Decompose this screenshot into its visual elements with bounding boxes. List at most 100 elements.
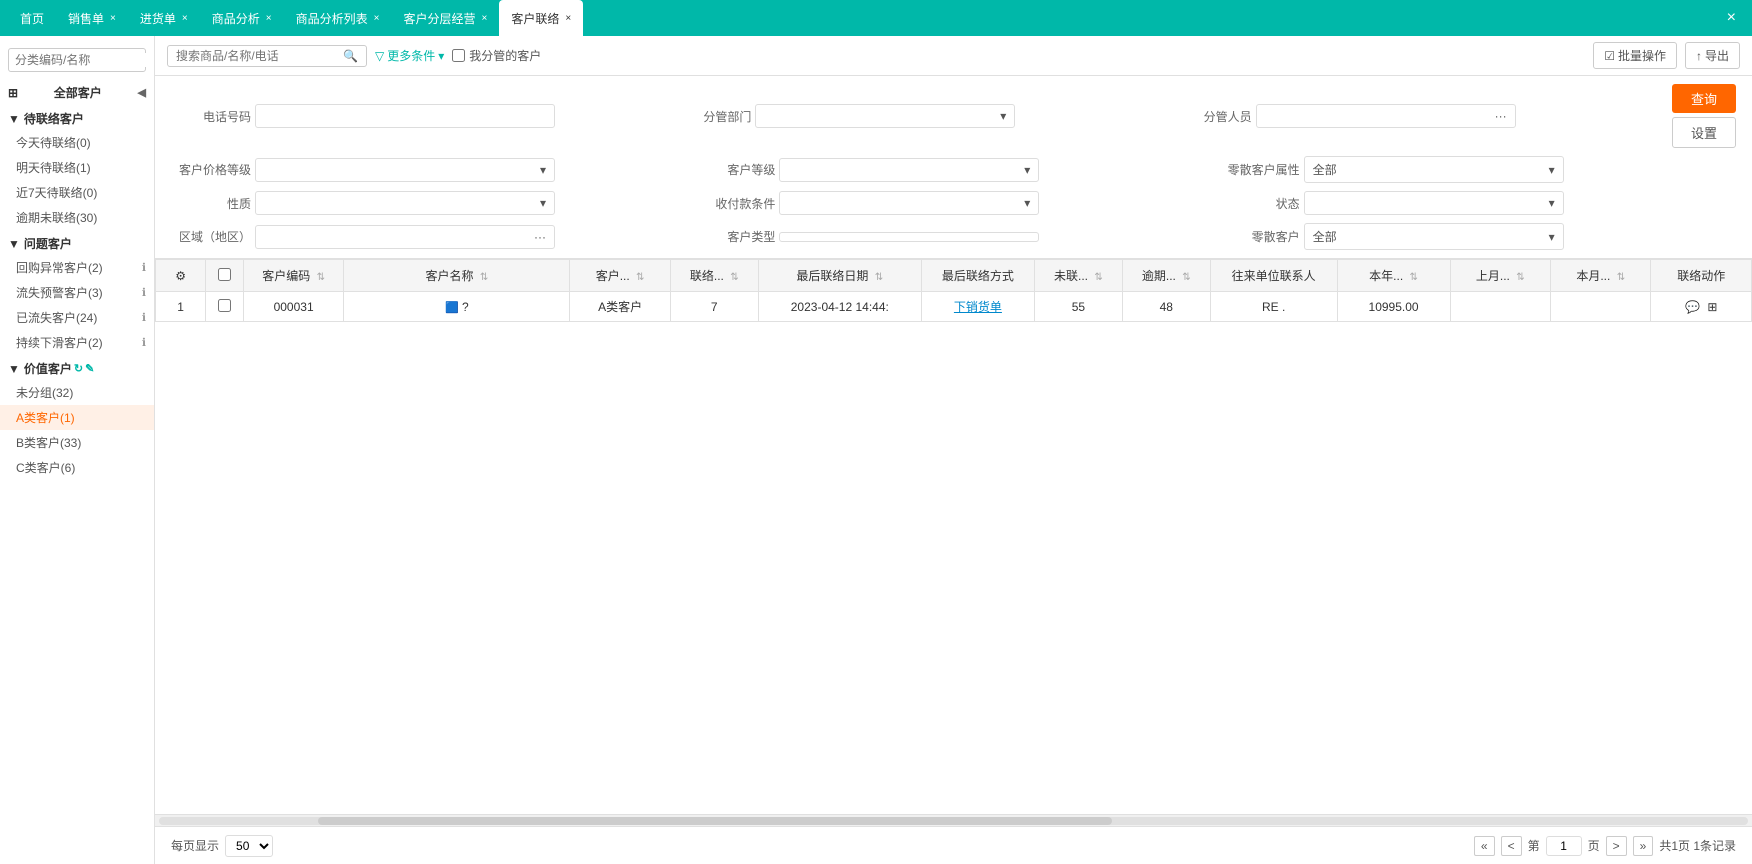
row-checkbox[interactable] (218, 299, 231, 312)
sidebar-search-input[interactable] (15, 53, 155, 67)
search-input[interactable] (176, 49, 343, 63)
sidebar-item-7days[interactable]: 近7天待联络(0) (0, 180, 154, 205)
scrollbar-track[interactable] (159, 817, 1748, 825)
sidebar-item-tomorrow[interactable]: 明天待联络(1) (0, 155, 154, 180)
row-grid-icon[interactable]: ⊞ (1707, 300, 1717, 314)
nav-customer-contact-label: 客户联络 (511, 10, 559, 27)
row-check[interactable] (206, 292, 244, 322)
date-sort-icon[interactable]: ⇅ (875, 272, 883, 283)
sidebar-item-ungrouped[interactable]: 未分组(32) (0, 380, 154, 405)
query-button[interactable]: 查询 (1672, 84, 1736, 113)
batch-op-button[interactable]: ☑ 批量操作 (1593, 42, 1677, 69)
status-select[interactable]: ▾ (1304, 191, 1564, 215)
overdue-sort-icon[interactable]: ⇅ (1182, 272, 1190, 283)
select-all-checkbox[interactable] (218, 268, 231, 281)
nav-customer-contact-close[interactable]: × (565, 13, 571, 24)
col-gear[interactable]: ⚙ (156, 260, 206, 292)
page-size-select[interactable]: 50 (225, 835, 273, 857)
sidebar-all-customers[interactable]: ⊞ 全部客户 ◀ (0, 80, 154, 105)
sidebar-section-pending[interactable]: ▼ 待联络客户 (0, 105, 154, 130)
sidebar-item-b-class[interactable]: B类客户(33) (0, 430, 154, 455)
sidebar-collapse-icon[interactable]: ◀ (138, 86, 146, 99)
gear-icon[interactable]: ⚙ (175, 269, 186, 283)
nature-select[interactable]: ▾ (255, 191, 555, 215)
region-select[interactable]: ··· (255, 225, 555, 249)
cust-type-select[interactable] (779, 232, 1039, 242)
col-date-header: 最后联络日期 ⇅ (758, 260, 921, 292)
phone-input[interactable] (255, 104, 555, 128)
nav-customer-mgmt-close[interactable]: × (481, 13, 487, 24)
nav-sales[interactable]: 销售单 × (56, 0, 128, 36)
person-select[interactable]: ··· (1256, 104, 1516, 128)
sidebar-item-overdue[interactable]: 逾期未联络(30) (0, 205, 154, 230)
prev-page-button[interactable]: < (1501, 836, 1522, 856)
nav-purchase-close[interactable]: × (182, 13, 188, 24)
row-chat-icon[interactable]: 💬 (1685, 300, 1700, 314)
unlinked-sort-icon[interactable]: ⇅ (1094, 272, 1102, 283)
retail-select[interactable]: 全部 ▾ (1304, 223, 1564, 250)
payment-chevron-icon: ▾ (1024, 196, 1030, 210)
value-edit-icon[interactable]: ✎ (85, 362, 94, 375)
filter-more-btn[interactable]: ▽ 更多条件 ▾ (375, 47, 444, 64)
sidebar-section-value[interactable]: ▼ 价值客户 ↻ ✎ (0, 355, 154, 380)
scrollbar-thumb[interactable] (318, 817, 1113, 825)
nav-sales-close[interactable]: × (110, 13, 116, 24)
status-label: 状态 (1220, 195, 1300, 212)
payment-select[interactable]: ▾ (779, 191, 1039, 215)
search-icon[interactable]: 🔍 (343, 49, 358, 63)
last-page-button[interactable]: » (1633, 836, 1654, 856)
filter-cell-phone: 电话号码 (171, 104, 663, 128)
nav-analysis-list[interactable]: 商品分析列表 × (284, 0, 392, 36)
sidebar-item-a-class[interactable]: A类客户(1) (0, 405, 154, 430)
tomorrow-label: 明天待联络(1) (16, 159, 91, 176)
nav-home[interactable]: 首页 (8, 0, 56, 36)
price-level-select[interactable]: ▾ (255, 158, 555, 182)
sidebar-section-problem[interactable]: ▼ 问题客户 (0, 230, 154, 255)
lastmonth-sort-icon[interactable]: ⇅ (1516, 272, 1524, 283)
settings-button[interactable]: 设置 (1672, 117, 1736, 148)
sidebar-search-box[interactable]: 🔍 (8, 48, 146, 72)
first-page-button[interactable]: « (1474, 836, 1495, 856)
retail-label: 零散客户 (1220, 228, 1300, 245)
year-sort-icon[interactable]: ⇅ (1410, 272, 1418, 283)
sidebar-item-churned[interactable]: 已流失客户(24) ℹ (0, 305, 154, 330)
my-customers-checkbox-label[interactable]: 我分管的客户 (452, 47, 541, 64)
nav-analysis-list-close[interactable]: × (374, 13, 380, 24)
nav-customer-contact[interactable]: 客户联络 × (499, 0, 583, 36)
sidebar-item-today[interactable]: 今天待联络(0) (0, 130, 154, 155)
last-method-link[interactable]: 下销货单 (954, 300, 1002, 314)
row-this-year: 10995.00 (1337, 292, 1450, 322)
overdue-label: 逾期未联络(30) (16, 209, 97, 226)
page-number-input[interactable] (1546, 836, 1582, 856)
horizontal-scrollbar[interactable] (155, 814, 1752, 826)
type-sort-icon[interactable]: ⇅ (636, 272, 644, 283)
retail-chevron-icon: ▾ (1549, 230, 1555, 244)
retail-attr-select[interactable]: 全部 ▾ (1304, 156, 1564, 183)
window-close-button[interactable]: × (1719, 9, 1744, 27)
nav-customer-mgmt[interactable]: 客户分层经营 × (391, 0, 499, 36)
contact-sort-icon[interactable]: ⇅ (730, 272, 738, 283)
sidebar-item-c-class[interactable]: C类客户(6) (0, 455, 154, 480)
next-page-button[interactable]: > (1606, 836, 1627, 856)
nav-purchase[interactable]: 进货单 × (128, 0, 200, 36)
thismonth-sort-icon[interactable]: ⇅ (1617, 272, 1625, 283)
nav-analysis[interactable]: 商品分析 × (200, 0, 284, 36)
value-refresh-icon[interactable]: ↻ (74, 362, 83, 375)
col-unlinked-header: 未联... ⇅ (1034, 260, 1122, 292)
code-sort-icon[interactable]: ⇅ (317, 272, 325, 283)
sidebar-item-declining[interactable]: 持续下滑客户(2) ℹ (0, 330, 154, 355)
filter-row-2: 客户价格等级 ▾ 客户等级 ▾ 零散客户属性 全部 (171, 156, 1736, 183)
cust-level-select[interactable]: ▾ (779, 158, 1039, 182)
col-check[interactable] (206, 260, 244, 292)
search-box[interactable]: 🔍 (167, 45, 367, 67)
export-button[interactable]: ↑ 导出 (1685, 42, 1740, 69)
sidebar-item-churn-warning[interactable]: 流失预警客户(3) ℹ (0, 280, 154, 305)
my-customers-checkbox[interactable] (452, 49, 465, 62)
name-sort-icon[interactable]: ⇅ (480, 272, 488, 283)
dept-select[interactable]: ▾ (755, 104, 1015, 128)
filter-panel: 电话号码 分管部门 ▾ 分管人员 ··· (155, 76, 1752, 259)
sidebar-item-rebuy-abnormal[interactable]: 回购异常客户(2) ℹ (0, 255, 154, 280)
col-year-header: 本年... ⇅ (1337, 260, 1450, 292)
row-last-method[interactable]: 下销货单 (921, 292, 1034, 322)
nav-analysis-close[interactable]: × (266, 13, 272, 24)
